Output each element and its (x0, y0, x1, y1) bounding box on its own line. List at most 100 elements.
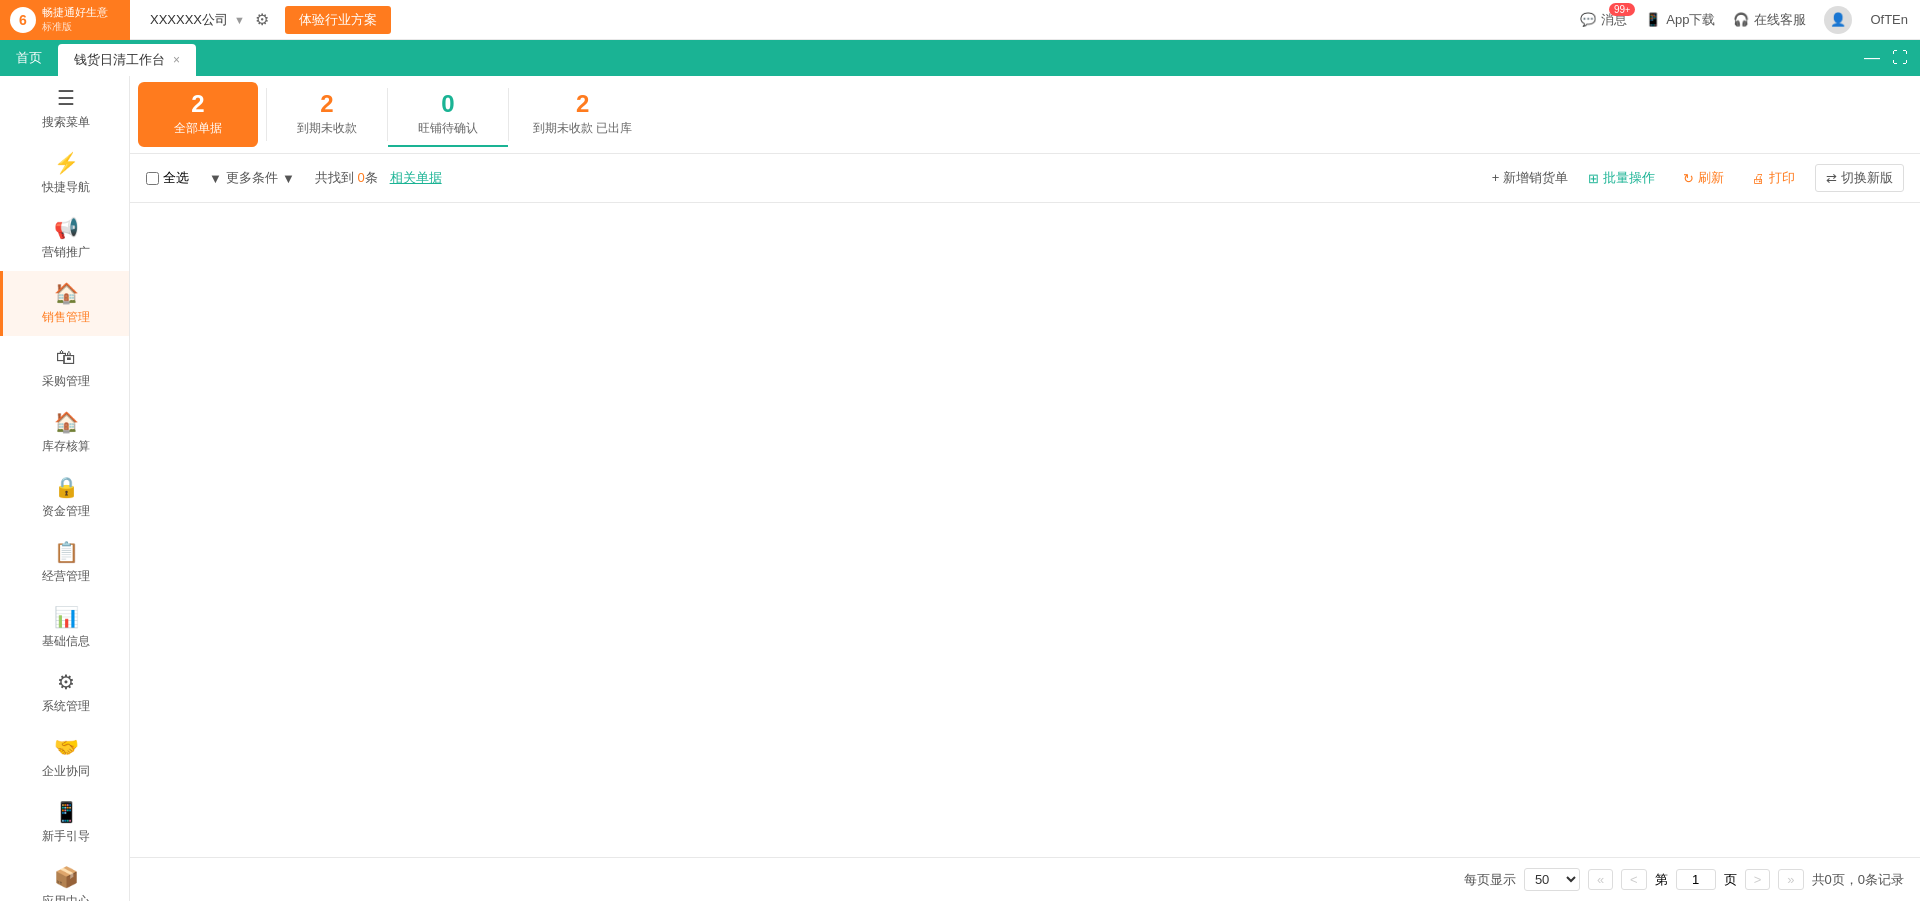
refresh-button[interactable]: ↻ 刷新 (1675, 165, 1732, 191)
filter-button[interactable]: ▼ 更多条件 ▼ (201, 165, 303, 191)
toolbar-right: + 新增销货单 ⊞ 批量操作 ↻ 刷新 🖨 打印 ⇄ 切换新版 (1492, 164, 1904, 192)
avatar[interactable]: 👤 (1824, 6, 1852, 34)
quick-nav-icon: ⚡ (54, 151, 79, 175)
company-selector[interactable]: XXXXXX公司 ▼ (150, 11, 245, 29)
page-input[interactable] (1676, 869, 1716, 890)
guide-label: 新手引导 (42, 828, 90, 845)
top-header: 6 畅捷通好生意 标准版 XXXXXX公司 ▼ ⚙ 体验行业方案 💬 消息 99… (0, 0, 1920, 40)
sidebar-item-purchase-mgmt[interactable]: 🛍 采购管理 (0, 336, 129, 400)
sidebar-item-marketing[interactable]: 📢 营销推广 (0, 206, 129, 271)
batch-icon: ⊞ (1588, 171, 1599, 186)
quick-nav-label: 快捷导航 (42, 179, 90, 196)
stat-overdue-label: 到期未收款 (297, 120, 357, 137)
sidebar-item-guide[interactable]: 📱 新手引导 (0, 790, 129, 855)
sidebar-item-system-mgmt[interactable]: ⚙ 系统管理 (0, 660, 129, 725)
prev-page-button[interactable]: < (1621, 869, 1647, 890)
search-menu-label: 搜索菜单 (42, 114, 90, 131)
message-action[interactable]: 💬 消息 99+ (1580, 11, 1627, 29)
sidebar-item-sales-mgmt[interactable]: 🏠 销售管理 (0, 271, 129, 336)
purchase-mgmt-icon: 🛍 (56, 346, 76, 369)
qinghuori-tab-label: 钱货日清工作台 (74, 51, 165, 69)
print-label: 打印 (1769, 169, 1795, 187)
finance-icon: 🔒 (54, 475, 79, 499)
stat-tab-overdue[interactable]: 2 到期未收款 (267, 82, 387, 147)
table-area (130, 203, 1920, 857)
select-all-checkbox[interactable] (146, 172, 159, 185)
filter-label: 更多条件 (226, 169, 278, 187)
headset-icon: 🎧 (1733, 12, 1749, 27)
stat-overdue-out-label: 到期未收款 已出库 (533, 120, 632, 137)
guide-icon: 📱 (54, 800, 79, 824)
stat-overdue-number: 2 (320, 90, 333, 118)
switch-label: 切换新版 (1841, 169, 1893, 187)
filter-icon: ▼ (209, 171, 222, 186)
operations-icon: 📋 (54, 540, 79, 564)
pagination: 每页显示 20 50 100 « < 第 页 > » 共0页，0条记录 (130, 857, 1920, 901)
search-menu-icon: ☰ (57, 86, 75, 110)
stat-tab-all[interactable]: 2 全部单据 (138, 82, 258, 147)
try-button[interactable]: 体验行业方案 (285, 6, 391, 34)
online-service-action[interactable]: 🎧 在线客服 (1733, 11, 1806, 29)
inventory-icon: 🏠 (54, 410, 79, 434)
inventory-label: 库存核算 (42, 438, 90, 455)
related-records-link[interactable]: 相关单据 (390, 169, 442, 187)
stat-all-number: 2 (191, 90, 204, 118)
operations-label: 经营管理 (42, 568, 90, 585)
refresh-icon: ↻ (1683, 171, 1694, 186)
basic-info-label: 基础信息 (42, 633, 90, 650)
page-total: 共0页，0条记录 (1812, 871, 1904, 889)
message-icon: 💬 (1580, 12, 1596, 27)
logo-name: 畅捷通好生意 (42, 5, 108, 19)
finance-label: 资金管理 (42, 503, 90, 520)
tab-qinghuori[interactable]: 钱货日清工作台 × (58, 44, 196, 76)
sidebar-item-app-center[interactable]: 📦 应用中心 (0, 855, 129, 901)
next-page-button[interactable]: > (1745, 869, 1771, 890)
sidebar-item-search-menu[interactable]: ☰ 搜索菜单 (0, 76, 129, 141)
per-page-select[interactable]: 20 50 100 (1524, 868, 1580, 891)
first-page-button[interactable]: « (1588, 869, 1613, 890)
select-all-label[interactable]: 全选 (146, 169, 189, 187)
sidebar-item-quick-nav[interactable]: ⚡ 快捷导航 (0, 141, 129, 206)
sidebar-item-operations[interactable]: 📋 经营管理 (0, 530, 129, 595)
system-mgmt-icon: ⚙ (57, 670, 75, 694)
per-page-label: 每页显示 (1464, 871, 1516, 889)
sidebar-item-basic-info[interactable]: 📊 基础信息 (0, 595, 129, 660)
company-dropdown-arrow: ▼ (234, 14, 245, 26)
content-area: 2 全部单据 2 到期未收款 0 旺铺待确认 2 到期未收款 已出库 (130, 76, 1920, 901)
company-name: XXXXXX公司 (150, 11, 228, 29)
app-center-label: 应用中心 (42, 893, 90, 901)
batch-label: 批量操作 (1603, 169, 1655, 187)
app-download-action[interactable]: 📱 App下载 (1645, 11, 1715, 29)
batch-operation-button[interactable]: ⊞ 批量操作 (1580, 165, 1663, 191)
switch-version-button[interactable]: ⇄ 切换新版 (1815, 164, 1904, 192)
print-icon: 🖨 (1752, 171, 1765, 186)
tab-home[interactable]: 首页 (0, 40, 58, 76)
tab-minimize-btn[interactable]: — (1864, 49, 1880, 67)
stat-tab-wangpu[interactable]: 0 旺铺待确认 (388, 82, 508, 147)
last-page-button[interactable]: » (1778, 869, 1803, 890)
username: OfTEn (1870, 12, 1908, 27)
tab-maximize-btn[interactable]: ⛶ (1892, 49, 1908, 67)
found-text: 共找到 0条 (315, 169, 378, 187)
tab-close-icon[interactable]: × (173, 53, 180, 67)
tab-bar-actions: — ⛶ (1864, 49, 1920, 67)
sidebar-item-enterprise[interactable]: 🤝 企业协同 (0, 725, 129, 790)
message-badge: 99+ (1609, 3, 1635, 16)
sidebar: ☰ 搜索菜单 ⚡ 快捷导航 📢 营销推广 🏠 销售管理 🛍 采购管理 🏠 库存核… (0, 76, 130, 901)
new-sale-button[interactable]: + 新增销货单 (1492, 169, 1568, 187)
enterprise-label: 企业协同 (42, 763, 90, 780)
app-download-icon: 📱 (1645, 12, 1661, 27)
marketing-label: 营销推广 (42, 244, 90, 261)
logo-icon: 6 (10, 7, 36, 33)
sidebar-item-inventory[interactable]: 🏠 库存核算 (0, 400, 129, 465)
sidebar-item-finance[interactable]: 🔒 资金管理 (0, 465, 129, 530)
purchase-mgmt-label: 采购管理 (42, 373, 90, 390)
basic-info-icon: 📊 (54, 605, 79, 629)
stat-all-label: 全部单据 (174, 120, 222, 137)
app-download-label: App下载 (1666, 11, 1715, 29)
stat-tab-overdue-out[interactable]: 2 到期未收款 已出库 (509, 82, 656, 147)
print-button[interactable]: 🖨 打印 (1744, 165, 1803, 191)
settings-icon[interactable]: ⚙ (255, 10, 269, 29)
system-mgmt-label: 系统管理 (42, 698, 90, 715)
stat-wangpu-number: 0 (441, 90, 454, 118)
